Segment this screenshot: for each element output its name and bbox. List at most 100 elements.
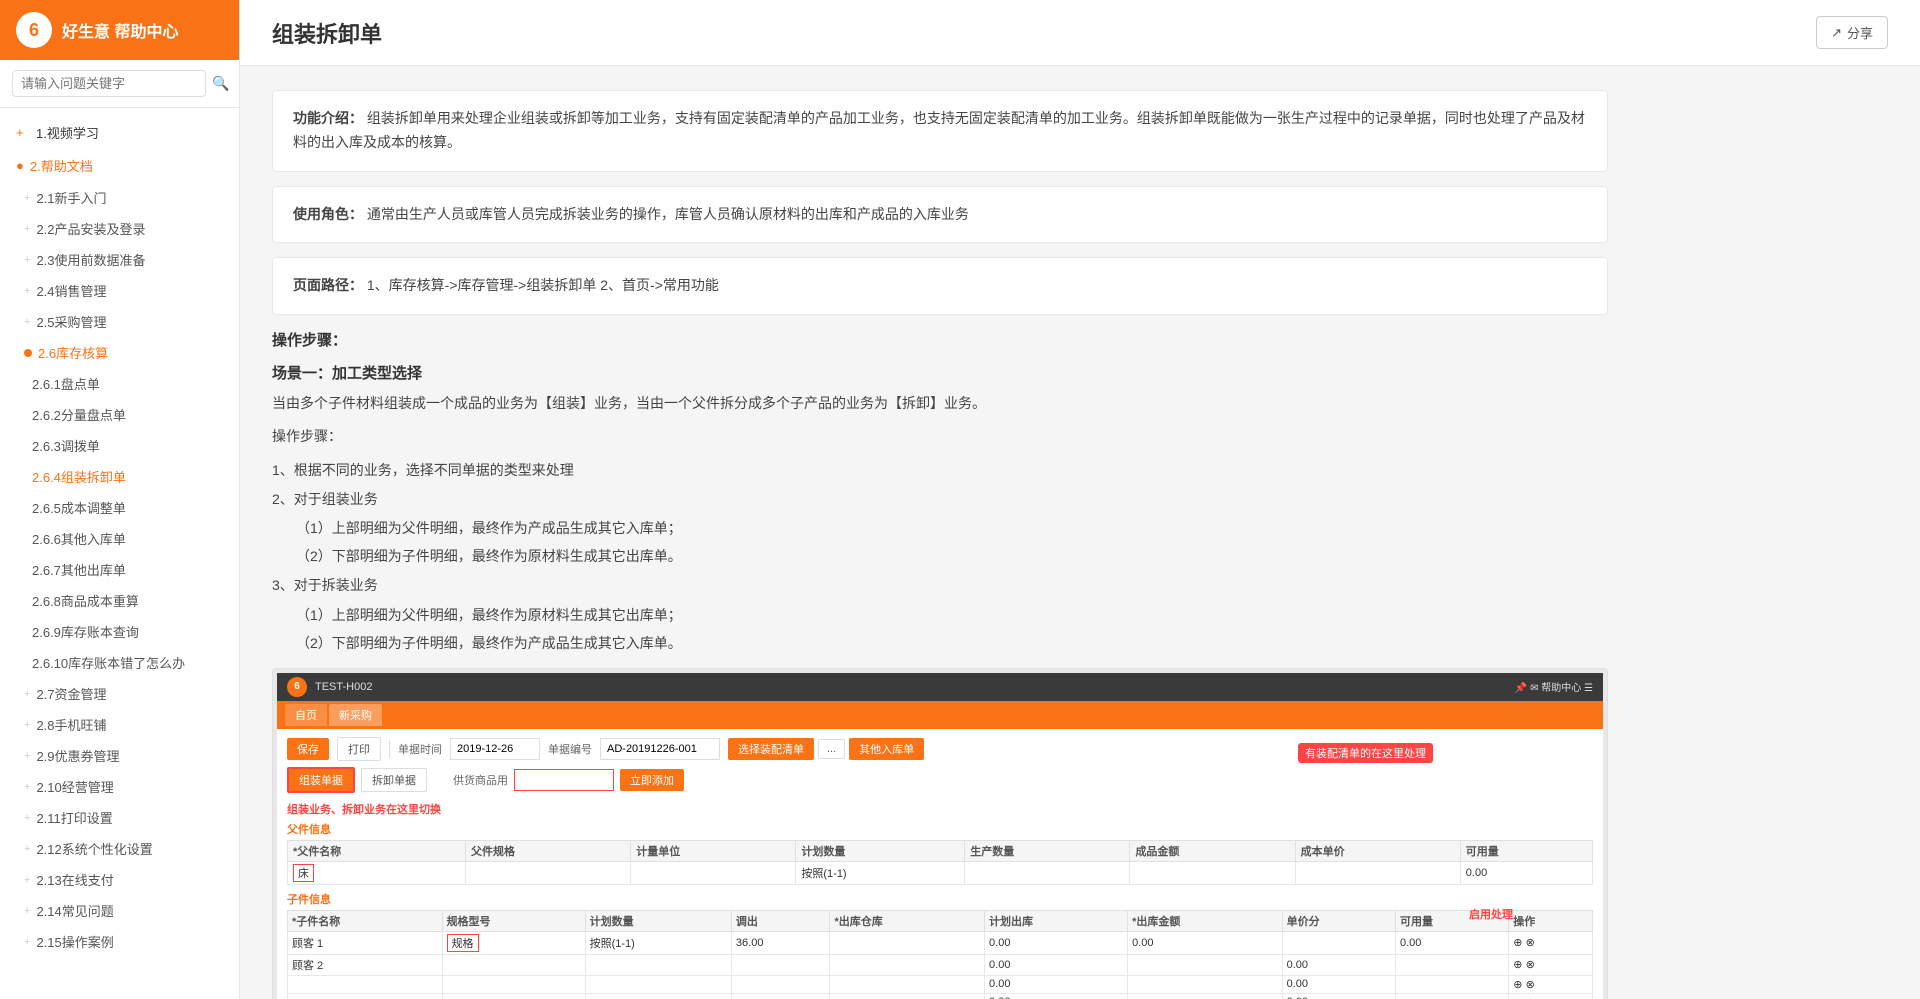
mock-assembly-list-btn-area: 选择装配清单 ... 其他入库单 [728,738,924,760]
mock-test-label: TEST-H002 [315,681,372,693]
mock-th: 计量单位 [631,840,796,861]
step3-sub2: （2）下部明细为子件明细，最终作为产成品生成其它入库单。 [296,631,1608,656]
sidebar-item-label: 2.7资金管理 [36,684,106,703]
mock-tab-home[interactable]: 自页 [285,704,327,726]
sidebar-item-label: 2.9优惠券管理 [36,746,119,765]
steps-block: 操作步骤： 场景一：加工类型选择 当由多个子件材料组装成一个成品的业务为【组装】… [272,329,1608,999]
mock-td [731,993,830,999]
mock-row-action-copy[interactable]: ⊕ [1513,959,1522,971]
mock-td [830,975,985,993]
sidebar-item-cost-recalc[interactable]: 2.6.8商品成本重算 [0,585,239,616]
mock-row-action-copy[interactable]: ⊕ [1513,937,1522,949]
sidebar-item-fund[interactable]: + 2.7资金管理 [0,678,239,709]
collapse-icon: ● [16,158,24,173]
mock-child-table: *子件名称 规格型号 计划数量 调出 *出库仓库 计划出库 *出库金额 单价分 … [287,910,1593,999]
mock-td [466,861,631,884]
mock-parent-name: 床 [293,864,314,882]
sidebar-item-cost-adjust[interactable]: 2.6.5成本调整单 [0,492,239,523]
mock-td: 按照(1-1) [585,931,731,954]
page-title: 组装拆卸单 [272,17,382,49]
mock-td [1395,993,1508,999]
sidebar-item-assembly[interactable]: 2.6.4组装拆卸单 [0,461,239,492]
sidebar-item-purchase[interactable]: + 2.5采购管理 [0,306,239,337]
mock-td [288,975,443,993]
mock-type-row: 组装单据 拆卸单据 供货商品用 立即添加 [287,767,1593,793]
mock-td [1130,861,1295,884]
mock-th: *父件名称 [288,840,466,861]
sidebar-item-cases[interactable]: + 2.15操作案例 [0,926,239,957]
mock-th: 成本单价 [1295,840,1460,861]
mock-td [1395,954,1508,975]
sidebar-item-video[interactable]: + 1.视频学习 [0,116,239,149]
sidebar-item-sales[interactable]: + 2.4销售管理 [0,275,239,306]
mock-td: 0.00 [1460,861,1592,884]
mock-row-action-copy[interactable]: ⊕ [1513,979,1522,991]
mock-th: *出库金额 [1128,910,1283,931]
mock-row-action-del[interactable]: ⊗ [1526,937,1535,949]
mock-type-assembly-btn[interactable]: 组装单据 [287,767,355,793]
mock-date-input[interactable] [450,738,540,760]
mock-th: *出库仓库 [830,910,985,931]
nav-section-video: + 1.视频学习 [0,116,239,149]
mock-print-btn[interactable]: 打印 [337,737,381,761]
mock-more-btn[interactable]: ... [818,739,845,759]
mock-add-btn[interactable]: 立即添加 [620,769,684,791]
mock-supplier-input[interactable] [514,769,614,791]
mock-td: 0.00 [985,954,1128,975]
mock-td: 0.00 [985,931,1128,954]
search-icon[interactable]: 🔍 [212,75,229,92]
mock-row-action-del[interactable]: ⊗ [1526,979,1535,991]
mock-th: 规格型号 [442,910,585,931]
sidebar-item-label: 2.12系统个性化设置 [36,839,152,858]
screenshot-wrapper: 6 TEST-H002 📌 ✉ 帮助中心 ☰ 自页 新采购 [273,669,1607,999]
sidebar-item-stocktake[interactable]: 2.6.1盘点单 [0,368,239,399]
mock-td: ⊕ ⊗ [1509,975,1593,993]
sidebar-item-operation[interactable]: + 2.10经营管理 [0,771,239,802]
sidebar-item-stock-query[interactable]: 2.6.9库存账本查询 [0,616,239,647]
mock-row-action-del[interactable]: ⊗ [1526,959,1535,971]
sidebar-item-newbie[interactable]: + 2.1新手入门 [0,182,239,213]
nav-section-docs: ● 2.帮助文档 + 2.1新手入门 + 2.2产品安装及登录 + 2.3使用前… [0,149,239,957]
sidebar-item-partial-stocktake[interactable]: 2.6.2分量盘点单 [0,399,239,430]
share-button[interactable]: ↗ 分享 [1816,16,1888,49]
sidebar-item-label: 2.14常见问题 [36,901,113,920]
mock-td: ⊕ ⊗ [1509,954,1593,975]
sidebar-item-faq[interactable]: + 2.14常见问题 [0,895,239,926]
mock-tabbar: 自页 新采购 [277,701,1603,729]
sidebar-item-adjust[interactable]: 2.6.3调拨单 [0,430,239,461]
mock-logo: 6 [287,677,307,697]
mock-save-btn[interactable]: 保存 [287,738,329,760]
mock-td: 顾客 1 [288,931,443,954]
sidebar-item-inventory[interactable]: 2.6库存核算 [0,337,239,368]
sidebar-item-install[interactable]: + 2.2产品安装及登录 [0,213,239,244]
mock-th: 成品金额 [1130,840,1295,861]
sidebar-item-docs[interactable]: ● 2.帮助文档 [0,149,239,182]
sidebar-item-print[interactable]: + 2.11打印设置 [0,802,239,833]
mock-td [1295,861,1460,884]
sidebar-item-account-error[interactable]: 2.6.10库存账本错了怎么办 [0,647,239,678]
sidebar-item-data-prep[interactable]: + 2.3使用前数据准备 [0,244,239,275]
docs-subnav: + 2.1新手入门 + 2.2产品安装及登录 + 2.3使用前数据准备 + 2.… [0,182,239,957]
mock-action-btn[interactable]: 其他入库单 [849,738,924,760]
search-input[interactable] [12,70,206,97]
mock-td: 0.00 [1395,931,1508,954]
mock-td [631,861,796,884]
sidebar-item-mobile[interactable]: + 2.8手机旺铺 [0,709,239,740]
sidebar-header: 6 好生意 帮助中心 [0,0,239,60]
mock-td [830,954,985,975]
mock-main: 保存 打印 单据时间 单据编号 选择装配清单 ... 其他入库单 [277,729,1603,999]
sidebar-item-coupon[interactable]: + 2.9优惠券管理 [0,740,239,771]
scenario1-desc: 当由多个子件材料组装成一个成品的业务为【组装】业务，当由一个父件拆分成多个子产品… [272,391,1608,416]
sidebar-item-other-out[interactable]: 2.6.7其他出库单 [0,554,239,585]
mock-td [731,975,830,993]
mock-no-input[interactable] [600,738,720,760]
main-content: 组装拆卸单 ↗ 分享 功能介绍： 组装拆卸单用来处理企业组装或拆卸等加工业务，支… [240,0,1920,999]
sidebar-item-online-pay[interactable]: + 2.13在线支付 [0,864,239,895]
mock-assembly-list-btn[interactable]: 选择装配清单 [728,738,814,760]
sidebar-item-other-in[interactable]: 2.6.6其他入库单 [0,523,239,554]
mock-td [830,931,985,954]
mock-tab-new[interactable]: 新采购 [329,704,382,726]
sidebar-item-personalize[interactable]: + 2.12系统个性化设置 [0,833,239,864]
mock-td [442,993,585,999]
mock-type-disassembly-btn[interactable]: 拆卸单据 [361,768,427,792]
